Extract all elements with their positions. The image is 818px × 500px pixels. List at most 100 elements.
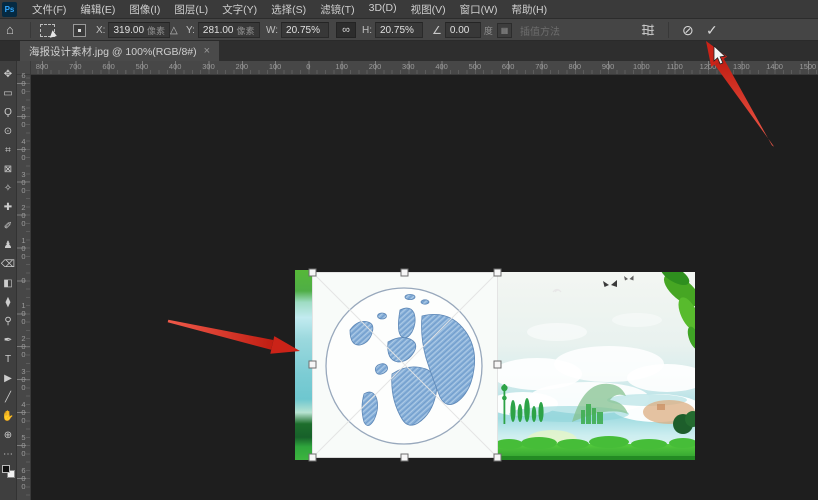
angle-unit: 度 — [483, 25, 493, 36]
ruler-mark: 200 — [368, 62, 382, 71]
spot-healing-tool[interactable]: ✚ — [0, 198, 17, 217]
document-tab-bar: 海报设计素材.jpg @ 100%(RGB/8#) × — [0, 41, 818, 61]
hand-tool[interactable]: ✋ — [0, 407, 17, 426]
link-dimensions-icon[interactable]: ∞ — [336, 22, 356, 38]
frame-tool[interactable]: ⊠ — [0, 160, 17, 179]
toolbar-more[interactable]: ⋯ — [0, 445, 17, 464]
horizontal-ruler[interactable]: 800 700 600 500 400 300 200 100 0 100 200 300 400 500… — [31, 61, 818, 75]
y-value: 281.00 — [202, 24, 234, 36]
marquee-tool[interactable]: ▭ — [0, 84, 17, 103]
menu-bar: Ps 文件(F) 编辑(E) 图像(I) 图层(L) 文字(Y) 选择(S) 滤镜(T) 3D… — [0, 0, 818, 19]
y-input[interactable]: 281.00 像素 — [197, 22, 260, 38]
interpolation-icon[interactable]: ▦ — [497, 22, 512, 38]
reference-point-widget[interactable] — [73, 23, 86, 37]
menu-edit[interactable]: 编辑(E) — [73, 0, 122, 19]
interpolation-label: 插值方法 — [520, 26, 560, 38]
ruler-mark: 400 — [19, 136, 28, 161]
zoom-tool[interactable]: ⊕ — [0, 426, 17, 445]
vertical-ruler[interactable]: 600 500 400 300 200 100 0 100 200 300 400 500 600 — [17, 71, 31, 500]
color-swatches[interactable] — [1, 465, 15, 478]
tools-panel: ✥ ▭ Ϙ ⊙ ⌗ ⊠ ✧ ✚ ✐ ♟ ⌫ ◧ ⧫ ⚲ ✒ T ▶ ╱ ✋ ⊕ ⋯ — [0, 61, 17, 500]
menu-select[interactable]: 选择(S) — [264, 0, 313, 19]
path-selection-tool[interactable]: ▶ — [0, 369, 17, 388]
ruler-mark: 600 — [102, 62, 115, 71]
height-input[interactable]: 20.75% — [375, 22, 423, 38]
ruler-mark: 400 — [435, 62, 448, 71]
ruler-mark: 1300 — [732, 62, 750, 71]
quick-selection-tool[interactable]: ⊙ — [0, 122, 17, 141]
lasso-tool[interactable]: Ϙ — [0, 103, 17, 122]
clone-stamp-tool[interactable]: ♟ — [0, 236, 17, 255]
document-tab[interactable]: 海报设计素材.jpg @ 100%(RGB/8#) × — [20, 41, 220, 61]
ruler-mark: 500 — [135, 62, 149, 71]
ruler-mark: 700 — [69, 62, 82, 71]
menu-view[interactable]: 视图(V) — [404, 0, 453, 19]
canvas-area[interactable] — [31, 75, 818, 500]
photoshop-logo-text: Ps — [4, 4, 15, 14]
x-value: 319.00 — [113, 24, 145, 36]
menu-help[interactable]: 帮助(H) — [505, 0, 555, 19]
transform-tool-icon[interactable] — [40, 23, 55, 37]
blur-tool[interactable]: ⧫ — [0, 293, 17, 312]
ruler-mark: 1100 — [666, 62, 683, 71]
ruler-mark: 1000 — [633, 62, 650, 71]
height-label: H: — [362, 24, 372, 36]
angle-value: 0.00 — [449, 24, 470, 36]
ruler-mark: 100 — [335, 62, 348, 71]
width-input[interactable]: 20.75% — [281, 22, 330, 38]
cancel-transform-icon[interactable]: ⊘ — [682, 22, 694, 39]
ruler-mark: 500 — [19, 103, 28, 128]
relative-position-icon[interactable]: △ — [170, 25, 178, 36]
dodge-tool[interactable]: ⚲ — [0, 312, 17, 331]
menu-layer[interactable]: 图层(L) — [167, 0, 215, 19]
rotate-angle-icon: ∠ — [432, 24, 442, 37]
eyedropper-tool[interactable]: ✧ — [0, 179, 17, 198]
document-title: 海报设计素材.jpg @ 100%(RGB/8#) — [29, 45, 197, 58]
ruler-mark: 300 — [202, 62, 215, 71]
ruler-mark: 600 — [19, 71, 28, 95]
y-label: Y: — [186, 24, 195, 36]
ruler-mark: 100 — [19, 301, 28, 326]
move-tool[interactable]: ✥ — [0, 65, 17, 84]
menu-3d[interactable]: 3D(D) — [362, 0, 404, 19]
line-tool[interactable]: ╱ — [0, 388, 17, 407]
crop-tool[interactable]: ⌗ — [0, 141, 17, 160]
ruler-mark: 600 — [19, 465, 28, 490]
eraser-tool[interactable]: ⌫ — [0, 255, 17, 274]
menu-type[interactable]: 文字(Y) — [215, 0, 264, 19]
ruler-mark: 700 — [535, 62, 548, 71]
globe-layer-image[interactable] — [312, 272, 497, 457]
brush-tool[interactable]: ✐ — [0, 217, 17, 236]
height-value: 20.75% — [380, 24, 414, 36]
separator — [30, 22, 31, 38]
tab-close-icon[interactable]: × — [204, 45, 210, 57]
warp-mode-icon[interactable] — [640, 22, 656, 38]
home-icon[interactable]: ⌂ — [6, 19, 14, 41]
ruler-mark: 500 — [19, 432, 28, 457]
ruler-mark: 300 — [19, 169, 28, 194]
menu-window[interactable]: 窗口(W) — [453, 0, 505, 19]
menu-file[interactable]: 文件(F) — [25, 0, 73, 19]
type-tool[interactable]: T — [0, 350, 17, 369]
ruler-mark: 200 — [235, 62, 249, 71]
poster-document[interactable] — [295, 264, 707, 460]
commit-transform-icon[interactable]: ✓ — [706, 22, 718, 39]
separator — [668, 22, 669, 38]
menu-image[interactable]: 图像(I) — [122, 0, 167, 19]
pen-tool[interactable]: ✒ — [0, 331, 17, 350]
ruler-mark: 0 — [19, 276, 28, 285]
x-input[interactable]: 319.00 像素 — [108, 22, 171, 38]
ruler-mark: 1400 — [766, 62, 783, 71]
angle-input[interactable]: 0.00 — [444, 22, 481, 38]
ruler-mark: 800 — [35, 62, 49, 71]
menu-filter[interactable]: 滤镜(T) — [313, 0, 361, 19]
y-unit: 像素 — [236, 25, 255, 36]
ruler-mark: 400 — [19, 400, 28, 424]
photoshop-window: Ps 文件(F) 编辑(E) 图像(I) 图层(L) 文字(Y) 选择(S) 滤镜(T) 3D… — [0, 0, 818, 500]
ruler-mark: 100 — [268, 62, 282, 71]
ruler-mark: 300 — [402, 62, 415, 71]
foreground-color-swatch[interactable] — [1, 465, 10, 473]
ruler-mark: 200 — [19, 202, 28, 227]
gradient-tool[interactable]: ◧ — [0, 274, 17, 293]
ruler-mark: 300 — [19, 367, 28, 392]
